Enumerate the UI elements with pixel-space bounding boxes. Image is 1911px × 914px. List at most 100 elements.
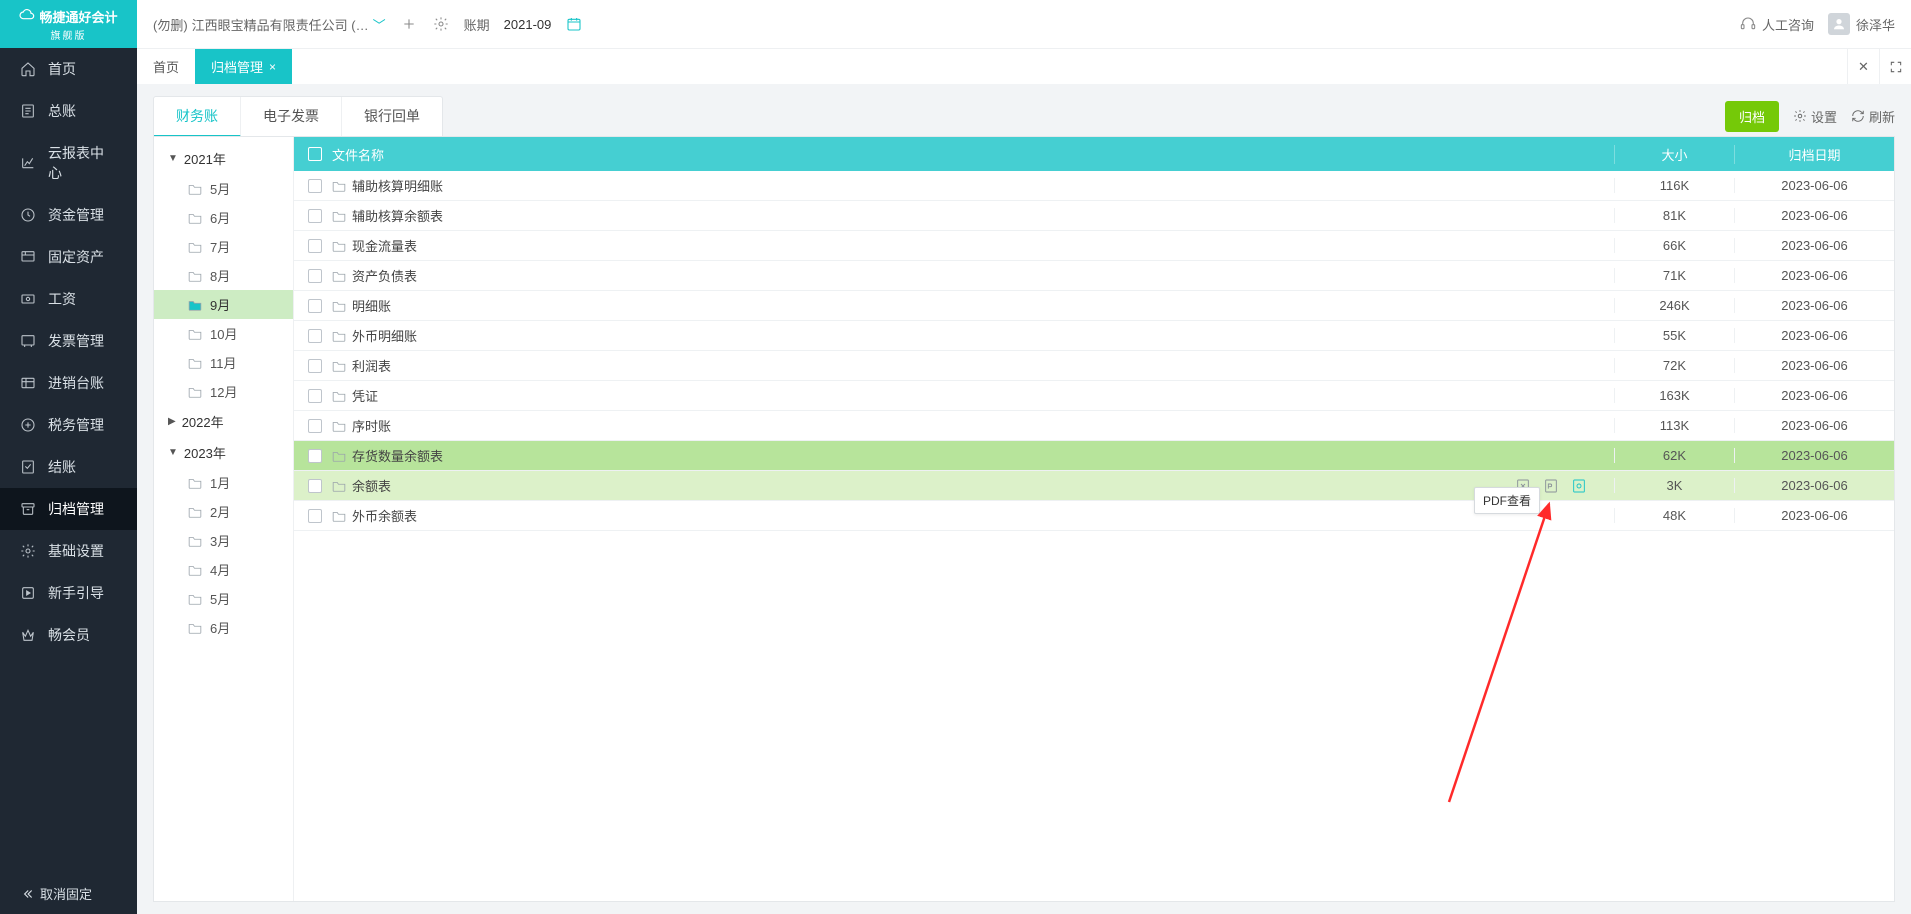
subtab[interactable]: 财务账 — [154, 97, 241, 137]
sidebar-item-gear[interactable]: 基础设置 — [0, 530, 137, 572]
table-row[interactable]: 利润表72K2023-06-06 — [294, 351, 1894, 381]
table-row[interactable]: 存货数量余额表62K2023-06-06 — [294, 441, 1894, 471]
tree-month[interactable]: 1月 — [154, 468, 293, 497]
row-checkbox[interactable] — [308, 269, 322, 283]
tree-month-label: 11月 — [210, 353, 237, 372]
row-checkbox[interactable] — [308, 209, 322, 223]
refresh-label: 刷新 — [1869, 107, 1895, 126]
sidebar-item-wallet[interactable]: 资金管理 — [0, 194, 137, 236]
sidebar-item-vip[interactable]: 畅会员 — [0, 614, 137, 656]
folder-icon — [332, 510, 346, 522]
tree-month[interactable]: 3月 — [154, 526, 293, 555]
tree-month[interactable]: 4月 — [154, 555, 293, 584]
file-name: 利润表 — [352, 356, 391, 375]
chevron-down-icon: ﹀ — [373, 15, 386, 34]
sidebar-item-guide[interactable]: 新手引导 — [0, 572, 137, 614]
select-all-checkbox[interactable] — [308, 147, 322, 161]
tree-month[interactable]: 5月 — [154, 174, 293, 203]
support-link[interactable]: 人工咨询 — [1740, 15, 1814, 34]
sidebar-item-close-period[interactable]: 结账 — [0, 446, 137, 488]
page-tab-bar: 首页归档管理× ✕ — [137, 48, 1911, 84]
row-checkbox[interactable] — [308, 509, 322, 523]
row-checkbox[interactable] — [308, 389, 322, 403]
tree-month[interactable]: 8月 — [154, 261, 293, 290]
tree-month[interactable]: 2月 — [154, 497, 293, 526]
tree-month[interactable]: 9月 — [154, 290, 293, 319]
subtab[interactable]: 银行回单 — [342, 97, 442, 136]
sidebar: 畅捷通好会计 旗舰版 首页总账云报表中心资金管理固定资产工资发票管理进销台账税务… — [0, 0, 137, 914]
tree-month[interactable]: 6月 — [154, 613, 293, 642]
calendar-icon[interactable] — [565, 15, 583, 33]
sidebar-item-label: 畅会员 — [48, 625, 90, 645]
tree-month[interactable]: 12月 — [154, 377, 293, 406]
add-company-button[interactable] — [400, 15, 418, 33]
sidebar-item-archive[interactable]: 归档管理 — [0, 488, 137, 530]
table-row[interactable]: 余额表3K2023-06-06 — [294, 471, 1894, 501]
file-size: 48K — [1614, 508, 1734, 523]
table-header: 文件名称 大小 归档日期 — [294, 137, 1894, 171]
sidebar-item-tax[interactable]: 税务管理 — [0, 404, 137, 446]
company-settings-button[interactable] — [432, 15, 450, 33]
table-row[interactable]: 资产负债表71K2023-06-06 — [294, 261, 1894, 291]
row-checkbox[interactable] — [308, 329, 322, 343]
page-tab[interactable]: 首页 — [137, 49, 195, 84]
brand-edition: 旗舰版 — [51, 27, 87, 42]
tree-month-label: 5月 — [210, 179, 230, 198]
view-pdf-icon[interactable] — [1570, 477, 1588, 495]
asset-icon — [20, 249, 36, 265]
sidebar-item-invoice[interactable]: 发票管理 — [0, 320, 137, 362]
row-checkbox[interactable] — [308, 299, 322, 313]
file-size: 3K — [1614, 478, 1734, 493]
table-row[interactable]: 现金流量表66K2023-06-06 — [294, 231, 1894, 261]
company-selector[interactable]: (勿删) 江西眼宝精品有限责任公司 (… ﹀ — [153, 15, 386, 34]
sidebar-item-asset[interactable]: 固定资产 — [0, 236, 137, 278]
refresh-link[interactable]: 刷新 — [1851, 107, 1895, 126]
company-name: 江西眼宝精品有限责任公司 (… — [192, 15, 369, 34]
table-row[interactable]: 凭证163K2023-06-06 — [294, 381, 1894, 411]
stock-icon — [20, 375, 36, 391]
sidebar-item-label: 归档管理 — [48, 499, 104, 519]
page-tab[interactable]: 归档管理× — [195, 49, 292, 84]
tree-month[interactable]: 7月 — [154, 232, 293, 261]
year-month-tree: ▼2021年5月6月7月8月9月10月11月12月▶2022年▼2023年1月2… — [154, 137, 294, 901]
sidebar-item-salary[interactable]: 工资 — [0, 278, 137, 320]
unpin-sidebar[interactable]: 取消固定 — [0, 873, 137, 914]
table-row[interactable]: 外币明细账55K2023-06-06 — [294, 321, 1894, 351]
row-checkbox[interactable] — [308, 479, 322, 493]
tree-month[interactable]: 11月 — [154, 348, 293, 377]
tree-year[interactable]: ▼2021年 — [154, 143, 293, 174]
tree-year[interactable]: ▼2023年 — [154, 437, 293, 468]
arrow-left-icon — [20, 887, 34, 901]
file-size: 81K — [1614, 208, 1734, 223]
tree-month[interactable]: 10月 — [154, 319, 293, 348]
tree-year[interactable]: ▶2022年 — [154, 406, 293, 437]
close-icon[interactable]: × — [269, 60, 276, 74]
tree-month[interactable]: 6月 — [154, 203, 293, 232]
sidebar-item-ledger[interactable]: 总账 — [0, 90, 137, 132]
row-checkbox[interactable] — [308, 239, 322, 253]
table-row[interactable]: 序时账113K2023-06-06 — [294, 411, 1894, 441]
tree-month[interactable]: 5月 — [154, 584, 293, 613]
close-tab-button[interactable]: ✕ — [1847, 49, 1879, 84]
table-row[interactable]: 辅助核算明细账116K2023-06-06 — [294, 171, 1894, 201]
row-checkbox[interactable] — [308, 359, 322, 373]
sidebar-item-home[interactable]: 首页 — [0, 48, 137, 90]
row-checkbox[interactable] — [308, 419, 322, 433]
subtab[interactable]: 电子发票 — [241, 97, 342, 136]
user-menu[interactable]: 徐泽华 — [1828, 13, 1895, 35]
archive-button[interactable]: 归档 — [1725, 101, 1779, 132]
table-row[interactable]: 外币余额表48K2023-06-06 — [294, 501, 1894, 531]
sidebar-item-stock[interactable]: 进销台账 — [0, 362, 137, 404]
brand-name: 畅捷通好会计 — [39, 7, 117, 26]
folder-icon — [188, 564, 202, 576]
download-pdf-icon[interactable] — [1542, 477, 1560, 495]
settings-link[interactable]: 设置 — [1793, 107, 1837, 126]
row-checkbox[interactable] — [308, 179, 322, 193]
folder-icon — [188, 386, 202, 398]
folder-icon — [188, 270, 202, 282]
row-checkbox[interactable] — [308, 449, 322, 463]
table-row[interactable]: 辅助核算余额表81K2023-06-06 — [294, 201, 1894, 231]
fullscreen-button[interactable] — [1879, 49, 1911, 84]
sidebar-item-chart[interactable]: 云报表中心 — [0, 132, 137, 194]
table-row[interactable]: 明细账246K2023-06-06 — [294, 291, 1894, 321]
